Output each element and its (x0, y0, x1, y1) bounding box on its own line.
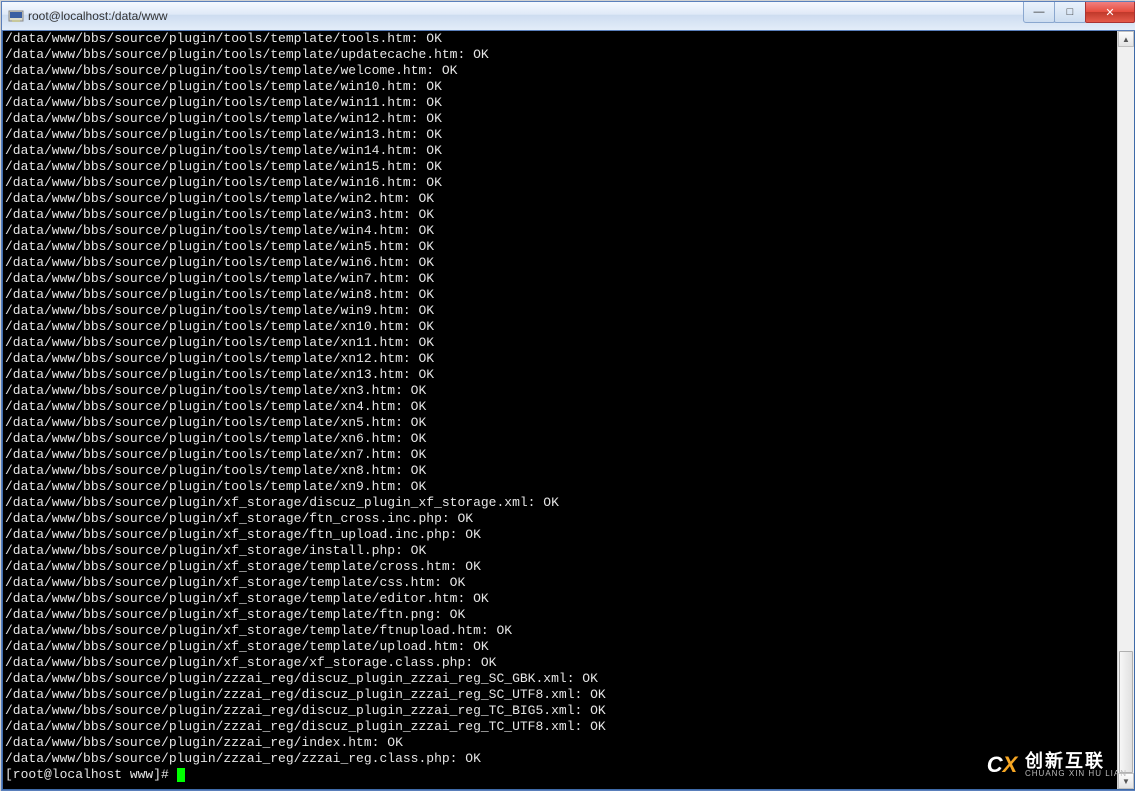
terminal-line: /data/www/bbs/source/plugin/tools/templa… (5, 127, 1118, 143)
terminal-line: /data/www/bbs/source/plugin/tools/templa… (5, 431, 1118, 447)
terminal-line: /data/www/bbs/source/plugin/tools/templa… (5, 31, 1118, 47)
terminal-line: /data/www/bbs/source/plugin/tools/templa… (5, 95, 1118, 111)
terminal-line: /data/www/bbs/source/plugin/zzzai_reg/in… (5, 735, 1118, 751)
cursor (177, 768, 185, 782)
titlebar[interactable]: root@localhost:/data/www — □ ✕ (2, 2, 1135, 31)
minimize-button[interactable]: — (1023, 2, 1055, 23)
window-controls: — □ ✕ (1024, 2, 1135, 22)
terminal-line: /data/www/bbs/source/plugin/xf_storage/t… (5, 623, 1118, 639)
terminal-line: /data/www/bbs/source/plugin/tools/templa… (5, 415, 1118, 431)
terminal-line: /data/www/bbs/source/plugin/xf_storage/t… (5, 607, 1118, 623)
terminal-line: /data/www/bbs/source/plugin/tools/templa… (5, 207, 1118, 223)
scrollbar[interactable]: ▲ ▼ (1117, 31, 1134, 789)
terminal-line: /data/www/bbs/source/plugin/xf_storage/t… (5, 559, 1118, 575)
terminal-line: /data/www/bbs/source/plugin/xf_storage/x… (5, 655, 1118, 671)
terminal-output[interactable]: /data/www/bbs/source/plugin/tools/templa… (3, 31, 1118, 789)
terminal-line: /data/www/bbs/source/plugin/tools/templa… (5, 447, 1118, 463)
terminal-line: /data/www/bbs/source/plugin/tools/templa… (5, 191, 1118, 207)
putty-window: root@localhost:/data/www — □ ✕ /data/www… (1, 1, 1135, 791)
terminal-line: /data/www/bbs/source/plugin/tools/templa… (5, 159, 1118, 175)
terminal-line: /data/www/bbs/source/plugin/tools/templa… (5, 223, 1118, 239)
terminal-line: /data/www/bbs/source/plugin/tools/templa… (5, 79, 1118, 95)
terminal-line: /data/www/bbs/source/plugin/tools/templa… (5, 47, 1118, 63)
terminal-line: /data/www/bbs/source/plugin/tools/templa… (5, 383, 1118, 399)
terminal-line: /data/www/bbs/source/plugin/tools/templa… (5, 319, 1118, 335)
terminal-line: /data/www/bbs/source/plugin/tools/templa… (5, 367, 1118, 383)
terminal-line: /data/www/bbs/source/plugin/tools/templa… (5, 239, 1118, 255)
window-title: root@localhost:/data/www (28, 2, 1024, 30)
terminal-line: /data/www/bbs/source/plugin/tools/templa… (5, 175, 1118, 191)
terminal-line: /data/www/bbs/source/plugin/tools/templa… (5, 287, 1118, 303)
close-button[interactable]: ✕ (1085, 2, 1135, 23)
terminal-line: /data/www/bbs/source/plugin/zzzai_reg/zz… (5, 751, 1118, 767)
maximize-button[interactable]: □ (1054, 2, 1086, 23)
terminal-line: /data/www/bbs/source/plugin/tools/templa… (5, 143, 1118, 159)
terminal-line: /data/www/bbs/source/plugin/zzzai_reg/di… (5, 719, 1118, 735)
terminal-line: /data/www/bbs/source/plugin/tools/templa… (5, 351, 1118, 367)
terminal-line: /data/www/bbs/source/plugin/tools/templa… (5, 399, 1118, 415)
terminal-line: /data/www/bbs/source/plugin/tools/templa… (5, 463, 1118, 479)
terminal-line: /data/www/bbs/source/plugin/tools/templa… (5, 303, 1118, 319)
terminal-line: /data/www/bbs/source/plugin/xf_storage/d… (5, 495, 1118, 511)
putty-icon (8, 8, 24, 24)
scroll-down-button[interactable]: ▼ (1118, 773, 1134, 789)
terminal-prompt-line[interactable]: [root@localhost www]# (5, 767, 1118, 783)
terminal-line: /data/www/bbs/source/plugin/xf_storage/f… (5, 511, 1118, 527)
terminal-container: /data/www/bbs/source/plugin/tools/templa… (3, 31, 1134, 789)
terminal-line: /data/www/bbs/source/plugin/xf_storage/t… (5, 639, 1118, 655)
terminal-line: /data/www/bbs/source/plugin/tools/templa… (5, 271, 1118, 287)
terminal-line: /data/www/bbs/source/plugin/zzzai_reg/di… (5, 671, 1118, 687)
terminal-line: /data/www/bbs/source/plugin/zzzai_reg/di… (5, 703, 1118, 719)
terminal-line: /data/www/bbs/source/plugin/tools/templa… (5, 111, 1118, 127)
terminal-line: /data/www/bbs/source/plugin/xf_storage/t… (5, 575, 1118, 591)
terminal-line: /data/www/bbs/source/plugin/zzzai_reg/di… (5, 687, 1118, 703)
scroll-track[interactable] (1118, 47, 1134, 773)
terminal-line: /data/www/bbs/source/plugin/tools/templa… (5, 335, 1118, 351)
terminal-line: /data/www/bbs/source/plugin/tools/templa… (5, 255, 1118, 271)
terminal-line: /data/www/bbs/source/plugin/xf_storage/i… (5, 543, 1118, 559)
terminal-line: /data/www/bbs/source/plugin/tools/templa… (5, 63, 1118, 79)
terminal-line: /data/www/bbs/source/plugin/xf_storage/t… (5, 591, 1118, 607)
terminal-line: /data/www/bbs/source/plugin/xf_storage/f… (5, 527, 1118, 543)
scroll-up-button[interactable]: ▲ (1118, 31, 1134, 47)
terminal-line: /data/www/bbs/source/plugin/tools/templa… (5, 479, 1118, 495)
scroll-thumb[interactable] (1119, 651, 1133, 773)
